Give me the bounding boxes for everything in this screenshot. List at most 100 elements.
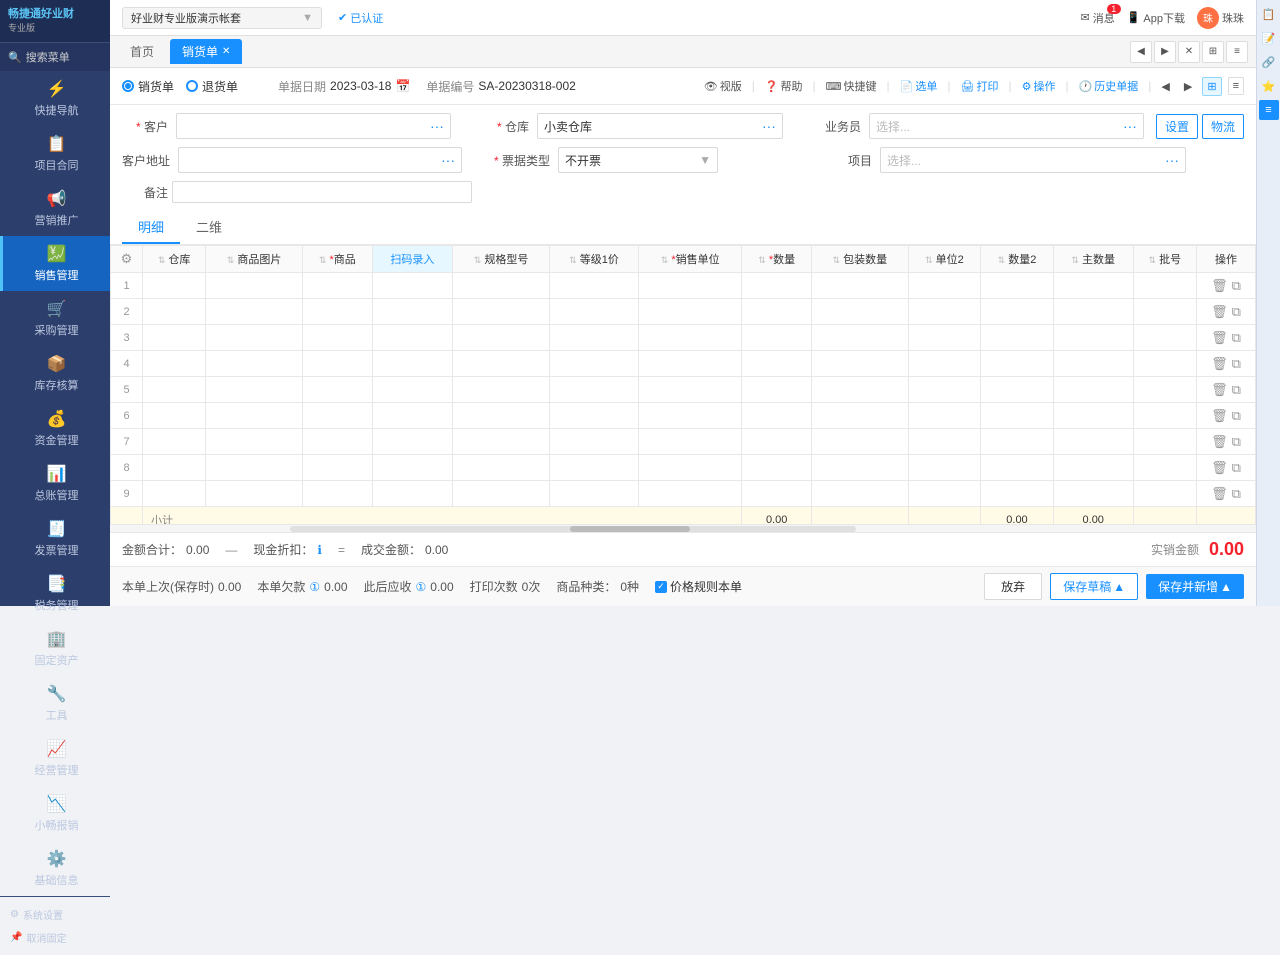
right-panel-btn-1[interactable]: 📋 [1259,4,1279,24]
toolbar-next-record-btn[interactable]: ▶ [1180,78,1196,95]
sidebar-item-inventory[interactable]: 📦 库存核算 [0,346,110,401]
tab-close-icon[interactable]: ✕ [222,46,230,57]
customer-dots-icon[interactable]: ··· [430,118,444,134]
horizontal-scrollbar[interactable] [110,524,1256,532]
note-input[interactable] [172,181,472,203]
warehouse-input[interactable]: 小卖仓库 ··· [537,113,783,139]
cell-scan-1[interactable] [372,273,453,299]
app-download-action[interactable]: 📱 App下载 [1127,10,1185,26]
discard-btn[interactable]: 放弃 [984,573,1042,600]
sidebar-item-invoice[interactable]: 🧾 发票管理 [0,511,110,566]
th-scan-import[interactable]: 扫码录入 [372,246,453,273]
right-panel-btn-5[interactable]: ≡ [1259,100,1279,120]
address-dots-icon[interactable]: ··· [441,152,455,168]
row-delete-btn[interactable]: 🗑 [1211,382,1228,398]
sidebar-item-quick-nav[interactable]: ⚡ 快捷导航 [0,71,110,126]
row-delete-btn[interactable]: 🗑 [1211,408,1228,424]
table-container[interactable]: ⚙ ⇅ 仓库 ⇅ 商品图片 ⇅ *商品 扫码录入 ⇅ 规格型号 ⇅ 等级1价 ⇅… [110,245,1256,524]
toolbar-grid-btn[interactable]: ⊞ [1202,77,1221,96]
calendar-icon[interactable]: 📅 [395,79,410,93]
right-panel-btn-3[interactable]: 🔗 [1259,52,1279,72]
search-menu-item[interactable]: 🔍 搜索菜单 [0,43,110,71]
sidebar-item-tax[interactable]: 📑 税务管理 [0,566,110,621]
row-delete-btn[interactable]: 🗑 [1211,330,1228,346]
sidebar-item-project[interactable]: 📋 项目合同 [0,126,110,181]
scrollbar-thumb[interactable] [570,526,690,532]
th-settings[interactable]: ⚙ [111,246,143,273]
save-new-btn[interactable]: 保存并新增 ▲ [1146,574,1244,599]
row-delete-btn[interactable]: 🗑 [1211,486,1228,502]
tab-next-btn[interactable]: ▶ [1154,41,1176,63]
toolbar-help-btn[interactable]: ❓ 帮助 [761,76,807,96]
cell-unit2-1[interactable] [908,273,981,299]
address-input[interactable]: ··· [178,147,462,173]
tab-close-all-btn[interactable]: ✕ [1178,41,1200,63]
tab-sales-order[interactable]: 销货单 ✕ [170,39,242,64]
sidebar-item-tools[interactable]: 🔧 工具 [0,676,110,731]
cell-qty-1[interactable] [742,273,812,299]
row-delete-btn[interactable]: 🗑 [1211,434,1228,450]
invoice-dropdown[interactable]: 不开票 ▼ [558,147,718,173]
row-copy-btn[interactable]: ⧉ [1232,486,1241,502]
salesperson-input[interactable]: 选择... ··· [869,113,1144,139]
row-copy-btn[interactable]: ⧉ [1232,382,1241,398]
row-delete-btn[interactable]: 🗑 [1211,356,1228,372]
row-copy-btn[interactable]: ⧉ [1232,408,1241,424]
toolbar-view-btn[interactable]: 👁 视版 [700,76,746,96]
stat-debt-info-icon[interactable]: ① [309,580,320,594]
project-dots-icon[interactable]: ··· [1165,152,1179,168]
customer-input[interactable]: ··· [176,113,451,139]
sidebar-item-assets[interactable]: 🏢 固定资产 [0,621,110,676]
company-selector[interactable]: 好业财专业版演示帐套 ▼ [122,7,322,29]
toolbar-list-btn[interactable]: ≡ [1228,77,1244,95]
sidebar-item-settings[interactable]: ⚙ 系统设置 [6,903,104,926]
subtab-2d[interactable]: 二维 [180,211,238,244]
sidebar-item-ops-mgmt[interactable]: 📈 经营管理 [0,731,110,786]
row-copy-btn[interactable]: ⧉ [1232,356,1241,372]
cell-spec-1[interactable] [453,273,550,299]
right-panel-btn-4[interactable]: ⭐ [1259,76,1279,96]
sidebar-item-purchase[interactable]: 🛒 采购管理 [0,291,110,346]
price-check-checkbox[interactable] [655,581,667,593]
cell-batch-1[interactable] [1133,273,1196,299]
warehouse-dots-icon[interactable]: ··· [762,118,776,134]
cell-price1-1[interactable] [549,273,638,299]
row-copy-btn[interactable]: ⧉ [1232,330,1241,346]
logistics-btn[interactable]: 物流 [1202,114,1244,139]
row-delete-btn[interactable]: 🗑 [1211,278,1228,294]
cell-packqty-1[interactable] [812,273,909,299]
row-copy-btn[interactable]: ⧉ [1232,460,1241,476]
row-delete-btn[interactable]: 🗑 [1211,304,1228,320]
tab-list-view-btn[interactable]: ≡ [1226,41,1248,63]
cell-product-1[interactable] [302,273,372,299]
radio-sale[interactable]: 销货单 [122,78,174,95]
row-copy-btn[interactable]: ⧉ [1232,304,1241,320]
tab-grid-view-btn[interactable]: ⊞ [1202,41,1224,63]
radio-return[interactable]: 退货单 [186,78,238,95]
toolbar-print-btn[interactable]: 🖨 打印 [957,76,1003,96]
sidebar-item-basic[interactable]: ⚙️ 基础信息 [0,841,110,896]
row-delete-btn[interactable]: 🗑 [1211,460,1228,476]
salesperson-dots-icon[interactable]: ··· [1123,118,1137,134]
sidebar-item-marketing[interactable]: 📢 营销推广 [0,181,110,236]
stat-receivable-info-icon[interactable]: ① [416,580,427,594]
discount-info-icon[interactable]: ℹ [317,543,322,557]
row-copy-btn[interactable]: ⧉ [1232,278,1241,294]
row-copy-btn[interactable]: ⧉ [1232,434,1241,450]
subtab-detail[interactable]: 明细 [122,211,180,244]
toolbar-history-btn[interactable]: 🕐 历史单据 [1075,76,1143,96]
right-panel-btn-2[interactable]: 📝 [1259,28,1279,48]
tab-prev-btn[interactable]: ◀ [1130,41,1152,63]
cell-qty2-1[interactable] [981,273,1054,299]
project-input[interactable]: 选择... ··· [880,147,1186,173]
cell-sunit-1[interactable] [639,273,742,299]
settings-gear-icon[interactable]: ⚙ [121,251,133,266]
sidebar-item-report[interactable]: 📉 小畅报销 [0,786,110,841]
tab-home[interactable]: 首页 [118,39,166,64]
toolbar-prev-record-btn[interactable]: ◀ [1157,78,1173,95]
save-draft-btn[interactable]: 保存草稿 ▲ [1050,573,1138,600]
sidebar-item-finance[interactable]: 💰 资金管理 [0,401,110,456]
sidebar-item-unpin[interactable]: 📌 取消固定 [6,926,104,949]
setup-btn[interactable]: 设置 [1156,114,1198,139]
cell-warehouse-1[interactable] [143,273,206,299]
